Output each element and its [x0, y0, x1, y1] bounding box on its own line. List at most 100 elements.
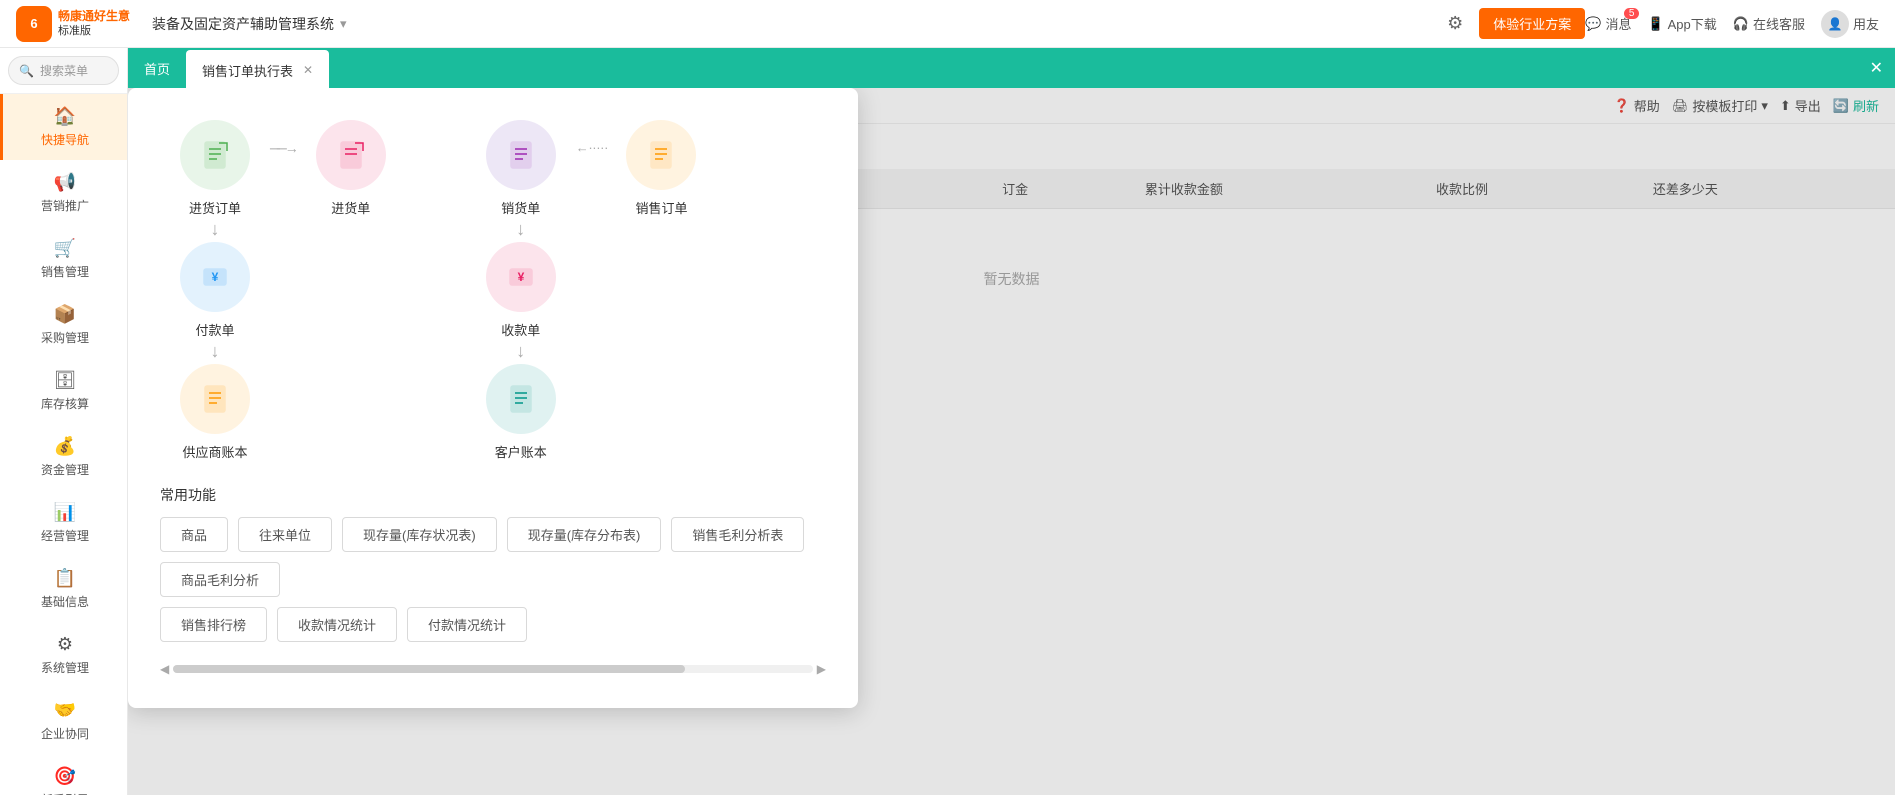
- scrollbar-thumb: [173, 665, 685, 673]
- common-functions-title: 常用功能: [160, 485, 826, 505]
- sidebar-item-enterprise[interactable]: 🤝 企业协同: [0, 688, 127, 754]
- modal-overlay[interactable]: 进货订单 ↓ ¥: [128, 88, 1895, 795]
- avatar: 👤: [1821, 10, 1849, 38]
- func-btn-partners[interactable]: 往来单位: [238, 517, 332, 552]
- flow-node-customer-account[interactable]: 客户账本: [486, 364, 556, 461]
- guide-icon: 🎯: [54, 766, 76, 787]
- sidebar-item-label: 新手引导: [41, 791, 89, 795]
- flow-node-supplier-account[interactable]: 供应商账本: [180, 364, 250, 461]
- logo-area: 6 畅康通好生意 标准版: [16, 6, 144, 42]
- func-buttons-row2: 销售排行榜 收款情况统计 付款情况统计: [160, 607, 826, 642]
- settings-icon-button[interactable]: ⚙: [1439, 8, 1471, 40]
- arrow-down-2: ↓: [211, 341, 220, 362]
- chevron-down-icon[interactable]: ▾: [340, 16, 347, 32]
- megaphone-icon: 📢: [54, 172, 76, 193]
- flow-node-sales-order[interactable]: 销售订单: [626, 120, 696, 217]
- search-menu-button[interactable]: 🔍 搜索菜单: [8, 56, 119, 85]
- content-area: 首页 销售订单执行表 ✕ ✕ ❓ 帮助 🖨 按: [128, 48, 1895, 795]
- system-name-area: 装备及固定资产辅助管理系统 ▾: [152, 14, 1439, 34]
- message-button[interactable]: 💬 消息 5: [1585, 14, 1631, 33]
- tab-close-icon[interactable]: ✕: [303, 63, 313, 77]
- handshake-icon: 🤝: [54, 700, 76, 721]
- logo-icon: 6: [16, 6, 52, 42]
- sidebar-item-system[interactable]: ⚙ 系统管理: [0, 622, 127, 688]
- func-btn-goods[interactable]: 商品: [160, 517, 228, 552]
- sidebar-item-operation[interactable]: 📊 经营管理: [0, 490, 127, 556]
- flow-node-receipt-bill[interactable]: ¥ 收款单: [486, 242, 556, 339]
- func-btn-goods-profit[interactable]: 商品毛利分析: [160, 562, 280, 597]
- sidebar-item-label: 库存核算: [41, 395, 89, 412]
- func-btn-sales-rank[interactable]: 销售排行榜: [160, 607, 267, 642]
- func-btn-receipt-stats[interactable]: 收款情况统计: [277, 607, 397, 642]
- payment-bill-icon: ¥: [180, 242, 250, 312]
- sales-bill-icon: [486, 120, 556, 190]
- receipt-bill-icon: ¥: [486, 242, 556, 312]
- arrow-down-4: ↓: [516, 341, 525, 362]
- home-tab-label: 首页: [144, 59, 170, 78]
- sidebar: 🔍 搜索菜单 🏠 快捷导航 📢 营销推广 🛒 销售管理 📦: [0, 48, 128, 795]
- tab-bar-close-icon[interactable]: ✕: [1870, 58, 1883, 78]
- search-menu-label: 搜索菜单: [40, 62, 88, 79]
- sidebar-item-quick-nav[interactable]: 🏠 快捷导航: [0, 94, 127, 160]
- sidebar-item-basic-info[interactable]: 📋 基础信息: [0, 556, 127, 622]
- tab-sales-order-exec[interactable]: 销售订单执行表 ✕: [186, 50, 329, 90]
- payment-bill-label: 付款单: [195, 320, 234, 339]
- brand-sub: 标准版: [58, 24, 130, 38]
- message-icon: 💬: [1585, 16, 1601, 32]
- func-btn-payment-stats[interactable]: 付款情况统计: [407, 607, 527, 642]
- customer-account-label: 客户账本: [495, 442, 547, 461]
- customer-account-icon: [486, 364, 556, 434]
- arrow-down-3: ↓: [516, 219, 525, 240]
- flow-node-purchase-order[interactable]: 进货订单: [180, 120, 250, 217]
- arrow-down-1: ↓: [211, 219, 220, 240]
- sidebar-item-marketing[interactable]: 📢 营销推广: [0, 160, 127, 226]
- tab-home[interactable]: 首页: [128, 48, 186, 88]
- online-service-label: 在线客服: [1753, 14, 1805, 33]
- purchase-order-icon: [180, 120, 250, 190]
- warehouse-icon: 🗄: [54, 370, 77, 391]
- sidebar-item-newbie[interactable]: 🎯 新手引导: [0, 754, 127, 795]
- sales-order-label: 销售订单: [635, 198, 687, 217]
- service-icon: 🎧: [1733, 16, 1749, 32]
- system-name: 装备及固定资产辅助管理系统: [152, 14, 334, 34]
- flow-node-payment-bill[interactable]: ¥ 付款单: [180, 242, 250, 339]
- sidebar-item-label: 销售管理: [41, 263, 89, 280]
- money-icon: 💰: [54, 436, 76, 457]
- sidebar-nav: 🏠 快捷导航 📢 营销推广 🛒 销售管理 📦 采购管理 🗄 库存核: [0, 94, 127, 795]
- purchase-order-label: 进货订单: [189, 198, 241, 217]
- svg-text:¥: ¥: [517, 270, 524, 284]
- online-service-button[interactable]: 🎧 在线客服: [1733, 14, 1805, 33]
- flow-node-purchase-bill[interactable]: 进货单: [316, 120, 386, 217]
- app-download-label: App下载: [1668, 14, 1717, 33]
- sidebar-item-sales[interactable]: 🛒 销售管理: [0, 226, 127, 292]
- scroll-right-icon[interactable]: ▶: [817, 662, 826, 676]
- sidebar-item-label: 基础信息: [41, 593, 89, 610]
- sales-order-exec-tab-label: 销售订单执行表: [202, 61, 293, 80]
- func-buttons-row1: 商品 往来单位 现存量(库存状况表) 现存量(库存分布表) 销售毛利分析表 商品…: [160, 517, 826, 597]
- search-icon: 🔍: [19, 64, 34, 78]
- user-menu[interactable]: 👤 用友: [1821, 10, 1879, 38]
- supplier-account-icon: [180, 364, 250, 434]
- chart-icon: 📊: [54, 502, 76, 523]
- sidebar-item-label: 采购管理: [41, 329, 89, 346]
- sidebar-item-inventory[interactable]: 🗄 库存核算: [0, 358, 127, 424]
- flow-node-sales-bill[interactable]: 销货单: [486, 120, 556, 217]
- sidebar-item-label: 快捷导航: [41, 131, 89, 148]
- func-btn-stock-dist[interactable]: 现存量(库存分布表): [507, 517, 662, 552]
- brand-name: 畅康通好生意: [58, 9, 130, 25]
- sales-bill-label: 销货单: [501, 198, 540, 217]
- common-functions: 常用功能 商品 往来单位 现存量(库存状况表) 现存量(库存分布表) 销售毛利分…: [160, 485, 826, 642]
- sidebar-item-label: 经营管理: [41, 527, 89, 544]
- func-btn-sales-profit[interactable]: 销售毛利分析表: [671, 517, 804, 552]
- cart-icon: 🛒: [54, 238, 76, 259]
- sidebar-item-label: 企业协同: [41, 725, 89, 742]
- scrollbar-track[interactable]: [173, 665, 813, 673]
- app-download-button[interactable]: 📱 App下载: [1647, 14, 1716, 33]
- scroll-left-icon[interactable]: ◀: [160, 662, 169, 676]
- sidebar-item-finance[interactable]: 💰 资金管理: [0, 424, 127, 490]
- logo-text: 畅康通好生意 标准版: [58, 9, 130, 39]
- home-icon: 🏠: [54, 106, 76, 127]
- trial-button[interactable]: 体验行业方案: [1479, 8, 1585, 39]
- sidebar-item-purchase[interactable]: 📦 采购管理: [0, 292, 127, 358]
- func-btn-stock-status[interactable]: 现存量(库存状况表): [342, 517, 497, 552]
